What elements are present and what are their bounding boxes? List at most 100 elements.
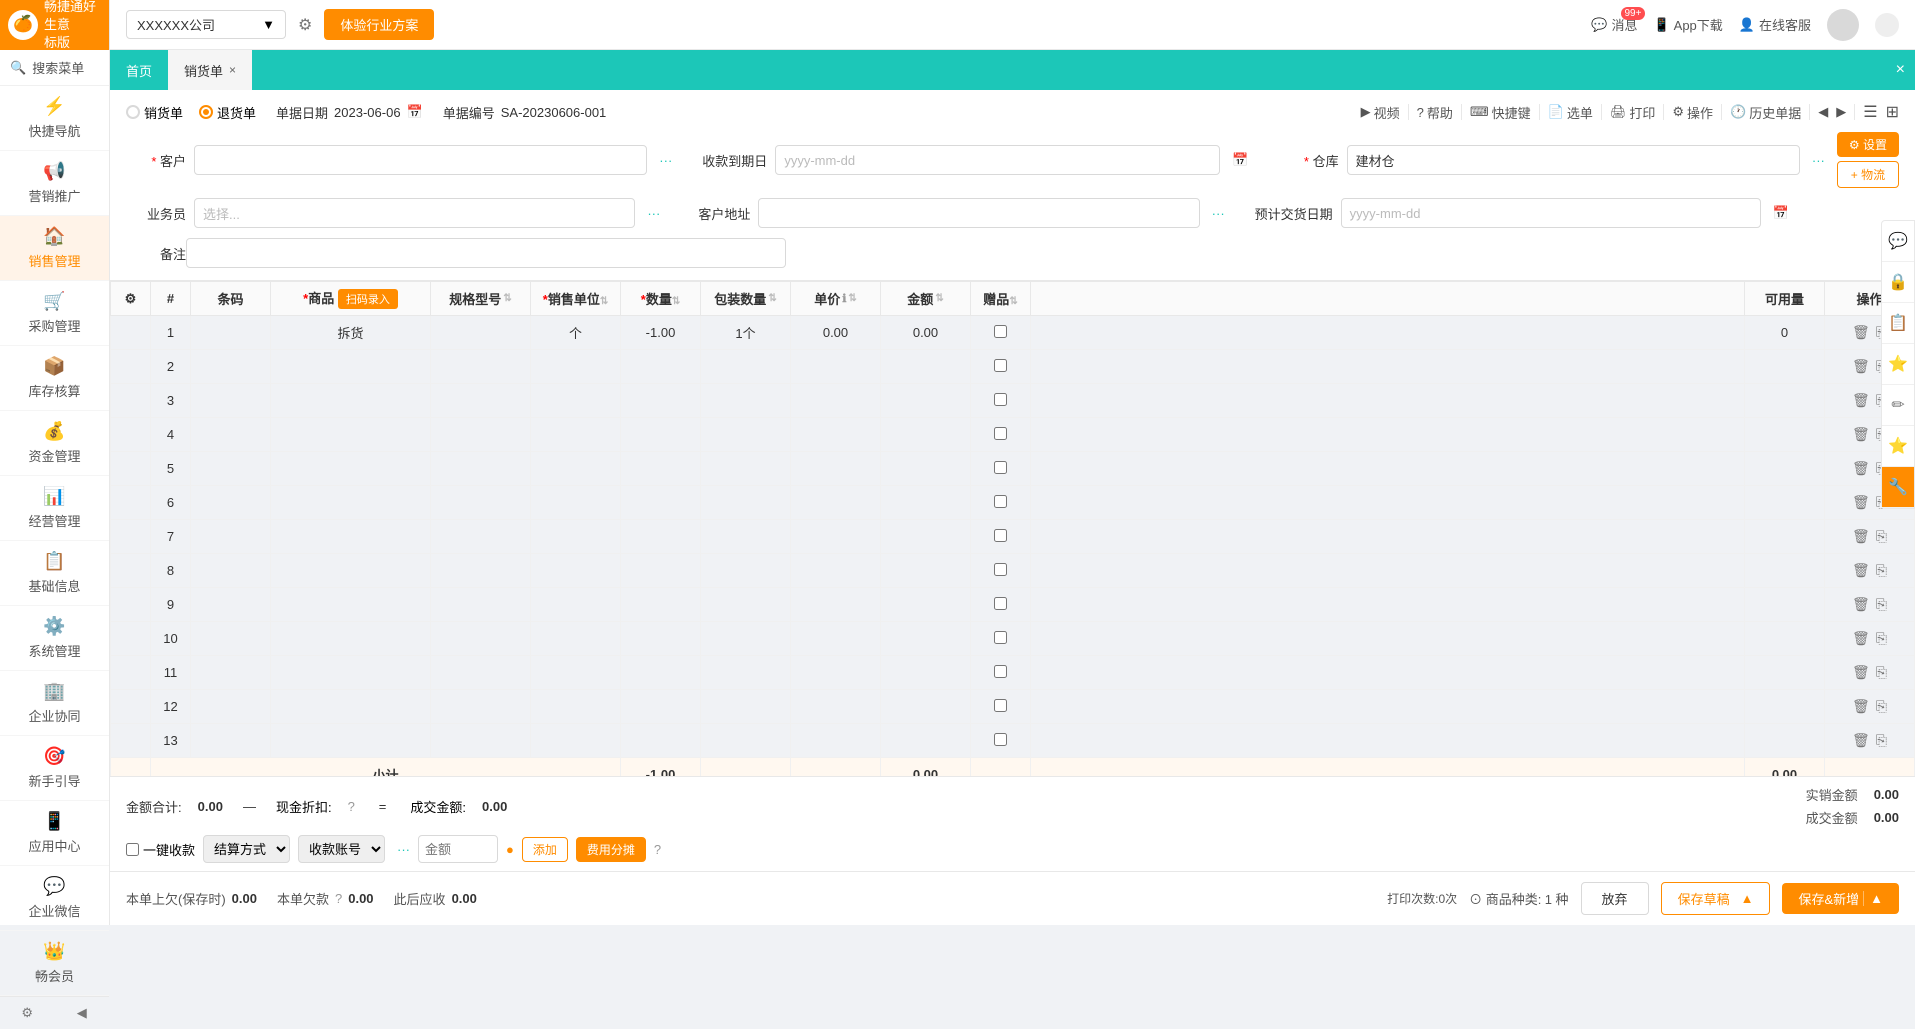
- salesperson-input[interactable]: 选择...: [194, 198, 635, 228]
- row-gift[interactable]: [971, 554, 1031, 588]
- gift-checkbox[interactable]: [994, 325, 1007, 338]
- row-price[interactable]: [791, 622, 881, 656]
- settings-button[interactable]: ⚙ 设置: [1837, 132, 1899, 157]
- row-price[interactable]: [791, 486, 881, 520]
- sidebar-item-marketing[interactable]: 📢 营销推广: [0, 151, 109, 216]
- customer-more-icon[interactable]: ···: [659, 153, 672, 168]
- expense-help-icon[interactable]: ?: [654, 842, 661, 857]
- tabbar-close-btn[interactable]: ×: [1896, 61, 1905, 79]
- row-barcode[interactable]: [191, 384, 271, 418]
- row-product[interactable]: [271, 588, 431, 622]
- view-list-icon[interactable]: ☰: [1863, 102, 1877, 122]
- row-spec[interactable]: [431, 452, 531, 486]
- tab-home[interactable]: 首页: [110, 50, 168, 90]
- discard-button[interactable]: 放弃: [1581, 882, 1649, 915]
- save-new-button[interactable]: 保存&新增 ▲: [1782, 883, 1899, 914]
- row-product[interactable]: [271, 724, 431, 758]
- gift-checkbox[interactable]: [994, 699, 1007, 712]
- sidebar-item-system[interactable]: ⚙️ 系统管理: [0, 606, 109, 671]
- calendar-icon[interactable]: 📅: [407, 104, 423, 120]
- row-price[interactable]: [791, 384, 881, 418]
- row-gift[interactable]: [971, 690, 1031, 724]
- delete-icon[interactable]: 🗑: [1852, 460, 1870, 477]
- float-icon-6[interactable]: ⭐: [1882, 426, 1914, 467]
- delete-icon[interactable]: 🗑: [1852, 596, 1870, 613]
- sidebar-item-enterprise[interactable]: 🏢 企业协同: [0, 671, 109, 736]
- gift-checkbox[interactable]: [994, 631, 1007, 644]
- row-barcode[interactable]: [191, 452, 271, 486]
- copy-icon[interactable]: ⎘: [1876, 562, 1887, 579]
- sidebar-item-sales[interactable]: 🏠 销售管理: [0, 216, 109, 281]
- amount-input[interactable]: [418, 835, 498, 863]
- due-date-calendar-icon[interactable]: 📅: [1232, 152, 1248, 168]
- row-unit[interactable]: [531, 520, 621, 554]
- row-desc[interactable]: [1031, 418, 1745, 452]
- copy-icon[interactable]: ⎘: [1876, 528, 1887, 545]
- row-amount[interactable]: 0.00: [881, 316, 971, 350]
- sidebar-item-app[interactable]: 📱 应用中心: [0, 801, 109, 866]
- row-spec[interactable]: [431, 554, 531, 588]
- sidebar-item-quick-nav[interactable]: ⚡ 快捷导航: [0, 86, 109, 151]
- row-amount[interactable]: [881, 588, 971, 622]
- customer-input[interactable]: [194, 145, 647, 175]
- sidebar-item-operations[interactable]: 📊 经营管理: [0, 476, 109, 541]
- remark-input[interactable]: [186, 238, 786, 268]
- row-price[interactable]: [791, 554, 881, 588]
- row-product[interactable]: [271, 520, 431, 554]
- salesperson-more-icon[interactable]: ···: [647, 206, 660, 221]
- help-icon-discount[interactable]: ?: [348, 799, 355, 814]
- row-qty[interactable]: [621, 690, 701, 724]
- operation-btn[interactable]: ⚙ 操作: [1672, 103, 1713, 122]
- delete-icon[interactable]: 🗑: [1852, 426, 1870, 443]
- row-pkg-qty[interactable]: [701, 350, 791, 384]
- row-spec[interactable]: [431, 724, 531, 758]
- row-unit[interactable]: [531, 486, 621, 520]
- video-btn[interactable]: ▶ 视频: [1361, 103, 1400, 122]
- delete-icon[interactable]: 🗑: [1852, 494, 1870, 511]
- row-unit[interactable]: [531, 724, 621, 758]
- delete-icon[interactable]: 🗑: [1852, 528, 1870, 545]
- row-gift[interactable]: [971, 724, 1031, 758]
- app-download-btn[interactable]: 📱 App下载: [1653, 15, 1722, 34]
- sidebar-item-member[interactable]: 👑 畅会员: [0, 931, 109, 996]
- row-amount[interactable]: [881, 656, 971, 690]
- row-qty[interactable]: [621, 656, 701, 690]
- gift-checkbox[interactable]: [994, 733, 1007, 746]
- row-amount[interactable]: [881, 554, 971, 588]
- row-pkg-qty[interactable]: 1个: [701, 316, 791, 350]
- delete-icon[interactable]: 🗑: [1852, 324, 1870, 341]
- copy-icon[interactable]: ⎘: [1876, 664, 1887, 681]
- row-product[interactable]: [271, 656, 431, 690]
- radio-returns[interactable]: 退货单: [199, 103, 256, 122]
- row-pkg-qty[interactable]: [701, 384, 791, 418]
- message-btn[interactable]: 💬 消息 99+: [1591, 15, 1637, 34]
- row-pkg-qty[interactable]: [701, 520, 791, 554]
- row-pkg-qty[interactable]: [701, 622, 791, 656]
- row-unit[interactable]: [531, 452, 621, 486]
- row-barcode[interactable]: [191, 554, 271, 588]
- gift-checkbox[interactable]: [994, 563, 1007, 576]
- delete-icon[interactable]: 🗑: [1852, 630, 1870, 647]
- row-desc[interactable]: [1031, 452, 1745, 486]
- sidebar-item-finance[interactable]: 💰 资金管理: [0, 411, 109, 476]
- row-amount[interactable]: [881, 418, 971, 452]
- float-icon-4[interactable]: ⭐: [1882, 344, 1914, 385]
- row-product[interactable]: [271, 384, 431, 418]
- tab-close-icon[interactable]: ×: [229, 63, 236, 77]
- row-amount[interactable]: [881, 384, 971, 418]
- gift-checkbox[interactable]: [994, 427, 1007, 440]
- row-pkg-qty[interactable]: [701, 486, 791, 520]
- delete-icon[interactable]: 🗑: [1852, 732, 1870, 749]
- sidebar-item-guide[interactable]: 🎯 新手引导: [0, 736, 109, 801]
- nav-next-icon[interactable]: ▶: [1836, 104, 1846, 120]
- row-product[interactable]: [271, 622, 431, 656]
- sidebar-item-wechat[interactable]: 💬 企业微信: [0, 866, 109, 931]
- user-avatar[interactable]: [1827, 9, 1859, 41]
- select-btn[interactable]: 📄 选单: [1548, 103, 1593, 122]
- row-amount[interactable]: [881, 520, 971, 554]
- copy-icon[interactable]: ⎘: [1876, 732, 1887, 749]
- row-product[interactable]: [271, 486, 431, 520]
- table-gear-icon[interactable]: ⚙: [125, 291, 137, 306]
- row-qty[interactable]: [621, 622, 701, 656]
- gift-checkbox[interactable]: [994, 529, 1007, 542]
